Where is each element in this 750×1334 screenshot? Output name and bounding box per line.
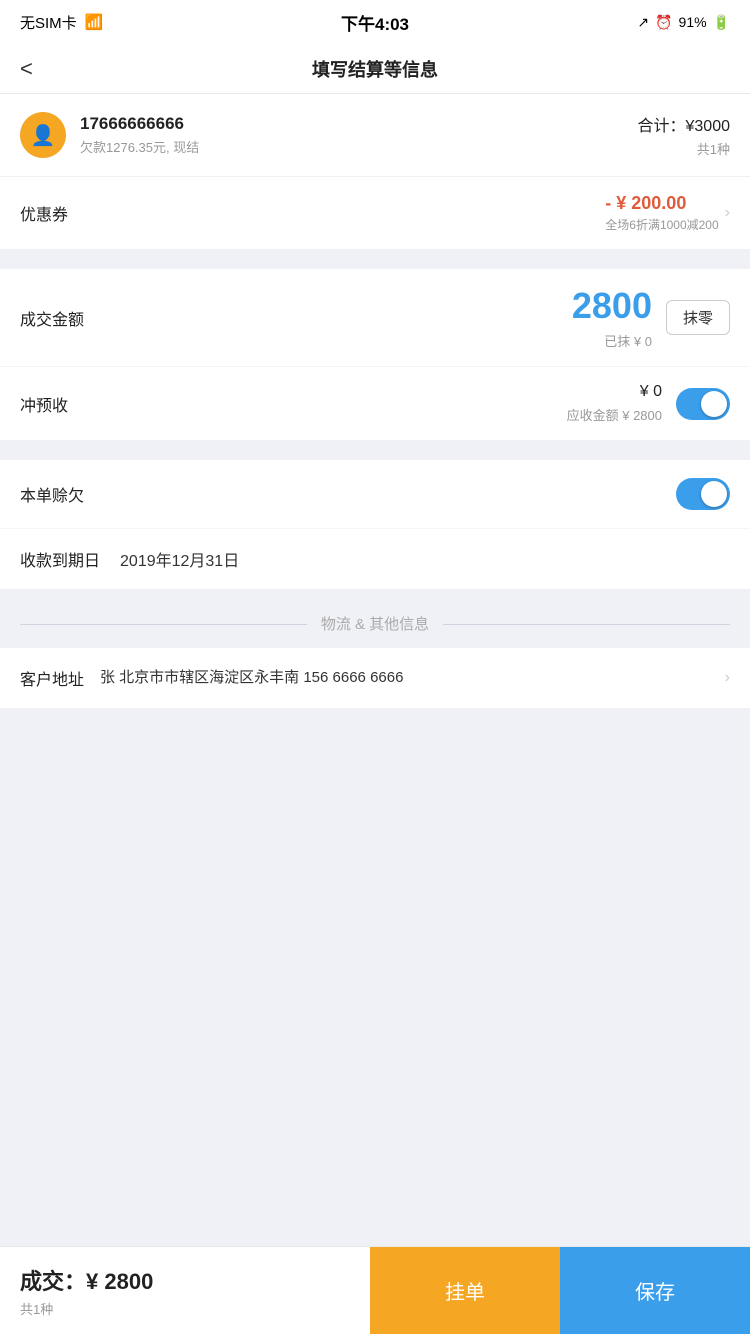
deal-amount-row: 成交金额 2800 已抹 ¥ 0 抹零 bbox=[0, 269, 750, 367]
prepayment-sub: 应收金额 ¥ 2800 bbox=[567, 405, 662, 424]
bottom-bar: 成交：¥ 2800 共1种 挂单 保存 bbox=[0, 1246, 750, 1334]
prepayment-value: ¥ 0 bbox=[640, 383, 662, 401]
hang-button[interactable]: 挂单 bbox=[370, 1247, 560, 1334]
user-info: 17666666666 欠款1276.35元, 现结 bbox=[80, 114, 199, 156]
logistics-section-label: 物流 & 其他信息 bbox=[307, 613, 443, 634]
coupon-row[interactable]: 优惠券 - ¥ 200.00 全场6折满1000减200 › bbox=[0, 176, 750, 249]
prepayment-toggle[interactable] bbox=[676, 388, 730, 420]
bottom-deal-label: 成交：¥ 2800 bbox=[20, 1264, 350, 1296]
address-card: 客户地址 张 北京市市辖区海淀区永丰南 156 6666 6666 › bbox=[0, 648, 750, 708]
address-value: 张 北京市市辖区海淀区永丰南 156 6666 6666 bbox=[100, 667, 715, 690]
total-amount: 合计：¥3000 bbox=[638, 112, 731, 136]
coupon-label: 优惠券 bbox=[20, 201, 68, 225]
prepayment-right: ¥ 0 应收金额 ¥ 2800 bbox=[567, 383, 662, 424]
due-date-label: 收款到期日 bbox=[20, 547, 100, 571]
coupon-right: - ¥ 200.00 全场6折满1000减200 › bbox=[605, 193, 730, 233]
status-time: 下午4:03 bbox=[341, 10, 409, 35]
due-date-value: 2019年12月31日 bbox=[120, 547, 239, 571]
deal-amount-sub: 已抹 ¥ 0 bbox=[572, 331, 652, 350]
address-chevron: › bbox=[725, 669, 730, 687]
user-total: 合计：¥3000 共1种 bbox=[638, 112, 731, 158]
section-divider-1 bbox=[0, 259, 750, 269]
logistics-divider: 物流 & 其他信息 bbox=[0, 599, 750, 648]
debit-row: 本单赊欠 bbox=[0, 460, 750, 529]
section-divider-2 bbox=[0, 450, 750, 460]
debit-card: 本单赊欠 收款到期日 2019年12月31日 bbox=[0, 460, 750, 589]
debit-label: 本单赊欠 bbox=[20, 482, 84, 506]
status-right: ↗ ⏰ 91% 🔋 bbox=[637, 14, 730, 31]
back-button[interactable]: < bbox=[20, 48, 41, 90]
due-date-row: 收款到期日 2019年12月31日 bbox=[0, 529, 750, 589]
avatar: 👤 bbox=[20, 112, 66, 158]
battery-label: 91% bbox=[679, 14, 707, 30]
bottom-deal-amount: ¥ 2800 bbox=[86, 1269, 153, 1294]
bottom-info: 成交：¥ 2800 共1种 bbox=[0, 1264, 370, 1318]
main-content: 👤 17666666666 欠款1276.35元, 现结 合计：¥3000 共1… bbox=[0, 94, 750, 1008]
save-button[interactable]: 保存 bbox=[560, 1247, 750, 1334]
total-count: 共1种 bbox=[638, 139, 731, 158]
deal-amount-card: 成交金额 2800 已抹 ¥ 0 抹零 冲预收 ¥ 0 应收金额 ¥ 2800 bbox=[0, 269, 750, 440]
nav-bar: < 填写结算等信息 bbox=[0, 44, 750, 94]
prepayment-row: 冲预收 ¥ 0 应收金额 ¥ 2800 bbox=[0, 367, 750, 440]
coupon-discount: - ¥ 200.00 bbox=[605, 193, 718, 214]
deal-amount-right: 2800 已抹 ¥ 0 抹零 bbox=[572, 285, 730, 350]
wifi-icon: 📶 bbox=[85, 13, 104, 31]
user-left: 👤 17666666666 欠款1276.35元, 现结 bbox=[20, 112, 199, 158]
status-bar: 无SIM卡 📶 下午4:03 ↗ ⏰ 91% 🔋 bbox=[0, 0, 750, 44]
deal-amount-label: 成交金额 bbox=[20, 306, 84, 330]
carrier-label: 无SIM卡 bbox=[20, 12, 77, 33]
coupon-chevron: › bbox=[725, 204, 730, 222]
user-row: 👤 17666666666 欠款1276.35元, 现结 合计：¥3000 共1… bbox=[0, 94, 750, 176]
coupon-description: 全场6折满1000减200 bbox=[605, 216, 718, 233]
status-left: 无SIM卡 📶 bbox=[20, 12, 103, 33]
alarm-icon: ⏰ bbox=[655, 14, 672, 31]
location-icon: ↗ bbox=[637, 14, 649, 31]
debit-toggle[interactable] bbox=[676, 478, 730, 510]
user-sub-text: 欠款1276.35元, 现结 bbox=[80, 137, 199, 156]
address-label: 客户地址 bbox=[20, 666, 90, 690]
user-phone: 17666666666 bbox=[80, 114, 199, 134]
avatar-icon: 👤 bbox=[31, 123, 56, 148]
address-row[interactable]: 客户地址 张 北京市市辖区海淀区永丰南 156 6666 6666 › bbox=[0, 648, 750, 708]
empty-space bbox=[0, 718, 750, 918]
page-title: 填写结算等信息 bbox=[312, 56, 438, 82]
prepayment-label: 冲预收 bbox=[20, 392, 68, 416]
user-card: 👤 17666666666 欠款1276.35元, 现结 合计：¥3000 共1… bbox=[0, 94, 750, 249]
erase-button[interactable]: 抹零 bbox=[666, 300, 730, 335]
bottom-count: 共1种 bbox=[20, 1299, 350, 1318]
deal-amount-value: 2800 bbox=[572, 285, 652, 327]
battery-icon: 🔋 bbox=[713, 14, 730, 31]
